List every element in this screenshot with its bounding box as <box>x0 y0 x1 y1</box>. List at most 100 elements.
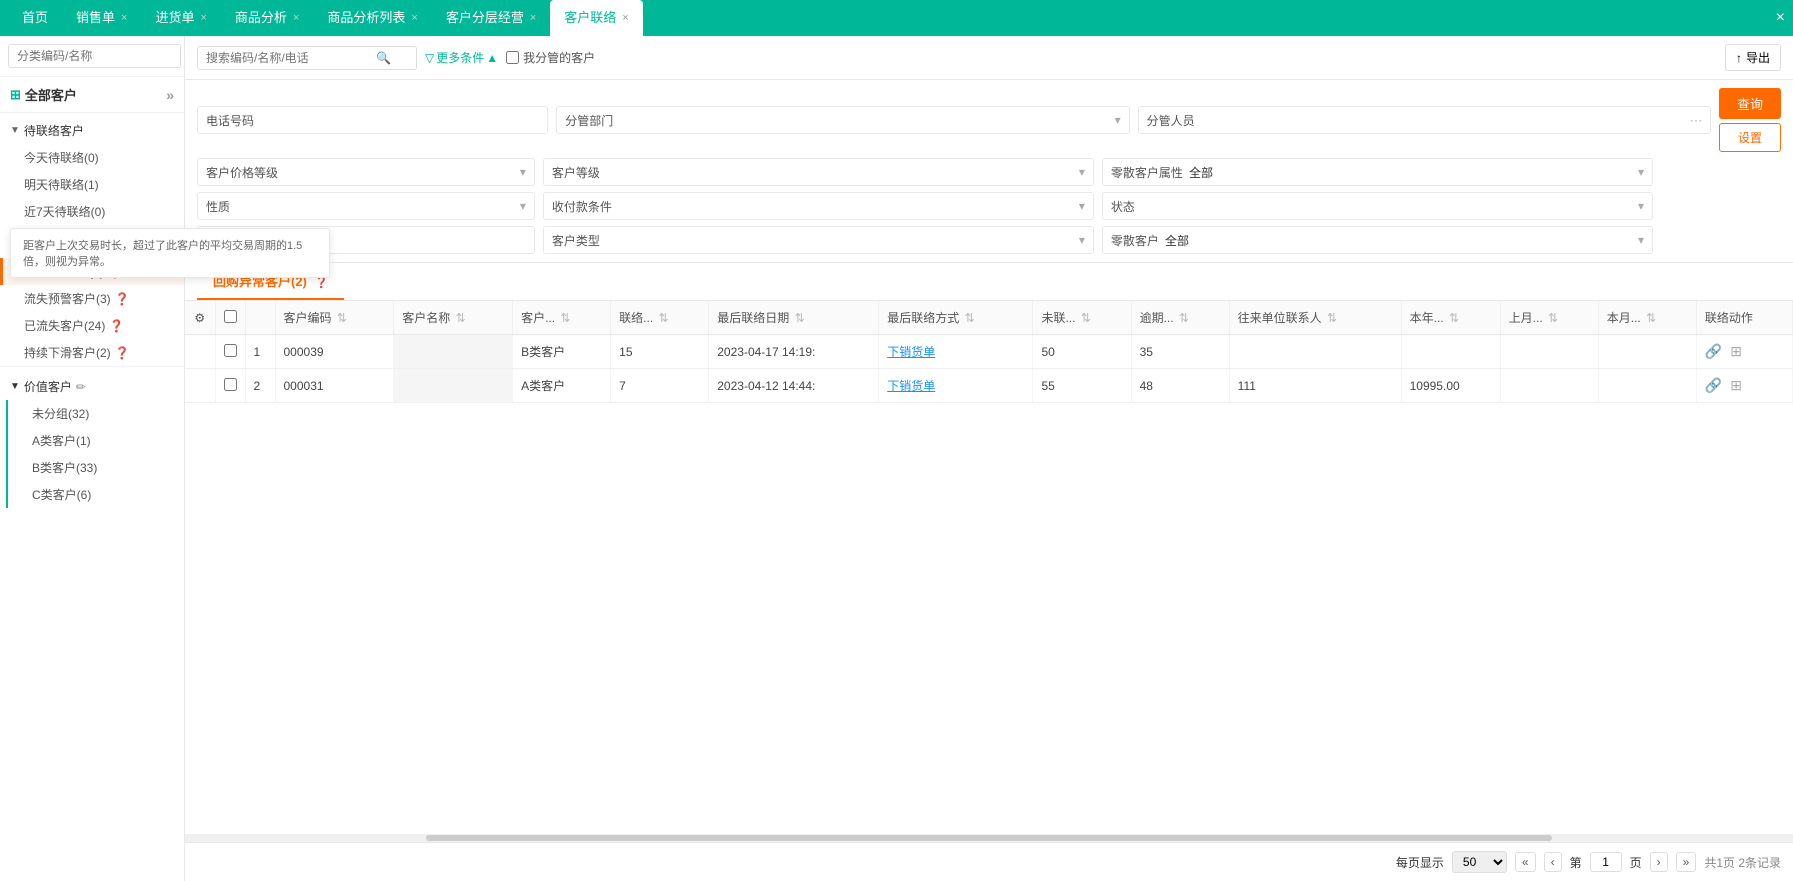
main-search-icon[interactable]: 🔍 <box>376 51 391 65</box>
my-customers-checkbox[interactable] <box>506 51 519 64</box>
nav-sales[interactable]: 销售单 × <box>62 0 141 36</box>
row-checkbox-0[interactable] <box>224 344 237 357</box>
th-contact[interactable]: 联络... ⇅ <box>611 301 709 335</box>
th-company-contact[interactable]: 往来单位联系人 ⇅ <box>1229 301 1401 335</box>
close-product-list-icon[interactable]: × <box>411 0 417 36</box>
th-name[interactable]: 客户名称 ⇅ <box>394 301 513 335</box>
query-btn[interactable]: 查询 <box>1719 88 1781 119</box>
th-this-year[interactable]: 本年... ⇅ <box>1401 301 1500 335</box>
sidebar-collapse-btn[interactable]: » <box>166 87 174 103</box>
last-page-btn[interactable]: » <box>1676 852 1697 872</box>
th-overdue[interactable]: 逾期... ⇅ <box>1131 301 1229 335</box>
phone-filter[interactable]: 电话号码 <box>197 106 548 134</box>
th-this-month[interactable]: 本月... ⇅ <box>1598 301 1696 335</box>
action-grid-icon[interactable]: ⊞ <box>1730 377 1742 394</box>
th-last-month[interactable]: 上月... ⇅ <box>1500 301 1598 335</box>
status-filter[interactable]: 状态 ▾ <box>1102 192 1653 220</box>
payment-filter[interactable]: 收付款条件 ▾ <box>543 192 1094 220</box>
select-all-checkbox[interactable] <box>224 310 237 323</box>
edit-icon[interactable]: ✏ <box>76 380 86 394</box>
section-bar: 回购异常客户(2) ❓ <box>185 263 1793 301</box>
th-uncontact[interactable]: 未联... ⇅ <box>1033 301 1131 335</box>
action-grid-icon[interactable]: ⊞ <box>1730 343 1742 360</box>
ctype-caret-icon: ▾ <box>1079 233 1085 247</box>
th-type[interactable]: 客户... ⇅ <box>513 301 611 335</box>
sidebar-item-ungrouped[interactable]: 未分组(32) <box>8 400 184 427</box>
tooltip-box: 距客户上次交易时长，超过了此客户的平均交易周期的1.5倍，则视为异常。 <box>10 228 185 278</box>
sidebar-item-churned[interactable]: 已流失客户(24) ❓ <box>0 312 184 339</box>
customer-type-filter[interactable]: 客户类型 ▾ <box>543 226 1094 254</box>
first-page-btn[interactable]: « <box>1515 852 1536 872</box>
th-last-date[interactable]: 最后联络日期 ⇅ <box>709 301 879 335</box>
settings-btn[interactable]: 设置 <box>1719 123 1781 152</box>
th-code[interactable]: 客户编码 ⇅ <box>275 301 394 335</box>
td-num: 1 <box>245 335 275 369</box>
sidebar-item-b-class[interactable]: B类客户(33) <box>8 454 184 481</box>
sort-company-icon: ⇅ <box>1327 311 1337 325</box>
nav-product-analysis[interactable]: 商品分析 × <box>221 0 313 36</box>
th-last-method[interactable]: 最后联络方式 ⇅ <box>879 301 1033 335</box>
td-last-method[interactable]: 下销货单 <box>879 369 1033 403</box>
sidebar-item-declining[interactable]: 持续下滑客户(2) ❓ <box>0 339 184 366</box>
retail-attr-filter[interactable]: 零散客户属性 全部 ▾ <box>1102 158 1653 186</box>
table-header-row: ⚙ 客户编码 ⇅ 客户名称 ⇅ 客户... ⇅ <box>185 301 1793 335</box>
export-btn[interactable]: ↑ 导出 <box>1725 44 1781 71</box>
sidebar-pending-header[interactable]: ▼ 待联络客户 <box>0 117 184 144</box>
filter-row-1: 电话号码 分管部门 ▾ 分管人员 ··· 查询 设置 <box>197 88 1781 152</box>
td-last-month <box>1500 335 1598 369</box>
sidebar-item-today[interactable]: 今天待联络(0) <box>0 144 184 171</box>
filter-row-4: ... 客户类型 ▾ 零散客户 全部 ▾ <box>197 226 1781 254</box>
prev-page-btn[interactable]: ‹ <box>1544 852 1562 872</box>
nature-filter[interactable]: 性质 ▾ <box>197 192 535 220</box>
th-checkbox[interactable] <box>215 301 245 335</box>
bottom-scrollbar[interactable] <box>185 834 1793 842</box>
td-this-year <box>1401 335 1500 369</box>
retail-customer-filter[interactable]: 零散客户 全部 ▾ <box>1102 226 1653 254</box>
sidebar-item-7days[interactable]: 近7天待联络(0) <box>0 198 184 225</box>
info-icon-3: ❓ <box>109 319 124 333</box>
global-close-icon[interactable]: × <box>1776 9 1785 27</box>
scrollbar-thumb[interactable] <box>426 835 1552 841</box>
filter-icon: ▽ <box>425 51 434 65</box>
close-customer-contact-icon[interactable]: × <box>622 0 628 36</box>
main-search-input[interactable] <box>206 51 376 65</box>
sidebar-search-area: 🔍 <box>0 36 184 77</box>
td-checkbox[interactable] <box>215 335 245 369</box>
nav-product-analysis-list[interactable]: 商品分析列表 × <box>313 0 431 36</box>
table-row: 2 000031 A类客户 7 2023-04-12 14:44: 下销货单 5… <box>185 369 1793 403</box>
person-filter[interactable]: 分管人员 ··· <box>1138 106 1711 134</box>
per-page-select[interactable]: 50 100 200 <box>1452 851 1507 873</box>
close-customer-layer-icon[interactable]: × <box>530 0 536 36</box>
sidebar-item-c-class[interactable]: C类客户(6) <box>8 481 184 508</box>
sidebar-item-tomorrow[interactable]: 明天待联络(1) <box>0 171 184 198</box>
row-checkbox-1[interactable] <box>224 378 237 391</box>
td-checkbox[interactable] <box>215 369 245 403</box>
nav-customer-layer[interactable]: 客户分层经营 × <box>432 0 550 36</box>
more-conditions-btn[interactable]: ▽ 更多条件 ▲ <box>425 49 498 66</box>
action-link-icon[interactable]: 🔗 <box>1705 377 1722 394</box>
action-link-icon[interactable]: 🔗 <box>1705 343 1722 360</box>
nav-customer-contact[interactable]: 客户联络 × <box>550 0 642 36</box>
td-last-method[interactable]: 下销货单 <box>879 335 1033 369</box>
sidebar-value-header[interactable]: ▼ 价值客户 ✏ <box>0 373 184 400</box>
td-company-contact <box>1229 335 1401 369</box>
sort-type-icon: ⇅ <box>560 311 570 325</box>
close-product-analysis-icon[interactable]: × <box>293 0 299 36</box>
sidebar-item-a-class[interactable]: A类客户(1) <box>8 427 184 454</box>
close-sales-icon[interactable]: × <box>121 0 127 36</box>
close-purchase-icon[interactable]: × <box>200 0 206 36</box>
page-input[interactable] <box>1590 852 1622 872</box>
info-icon-4: ❓ <box>115 346 130 360</box>
dept-filter[interactable]: 分管部门 ▾ <box>556 106 1129 134</box>
sidebar-search-input[interactable] <box>8 44 181 68</box>
price-level-filter[interactable]: 客户价格等级 ▾ <box>197 158 535 186</box>
th-settings[interactable]: ⚙ <box>185 301 215 335</box>
dept-caret-icon: ▾ <box>1115 113 1121 127</box>
sidebar-item-churn-warning[interactable]: 流失预警客户(3) ❓ <box>0 285 184 312</box>
nav-purchase[interactable]: 进货单 × <box>141 0 220 36</box>
nav-home[interactable]: 首页 <box>8 0 62 36</box>
customer-level-filter[interactable]: 客户等级 ▾ <box>543 158 1094 186</box>
td-contact: 15 <box>611 335 709 369</box>
next-page-btn[interactable]: › <box>1650 852 1668 872</box>
sidebar: 🔍 ⊞ 全部客户 » ▼ 待联络客户 今天待联络(0) 明天待联络(1) 近7天… <box>0 36 185 881</box>
